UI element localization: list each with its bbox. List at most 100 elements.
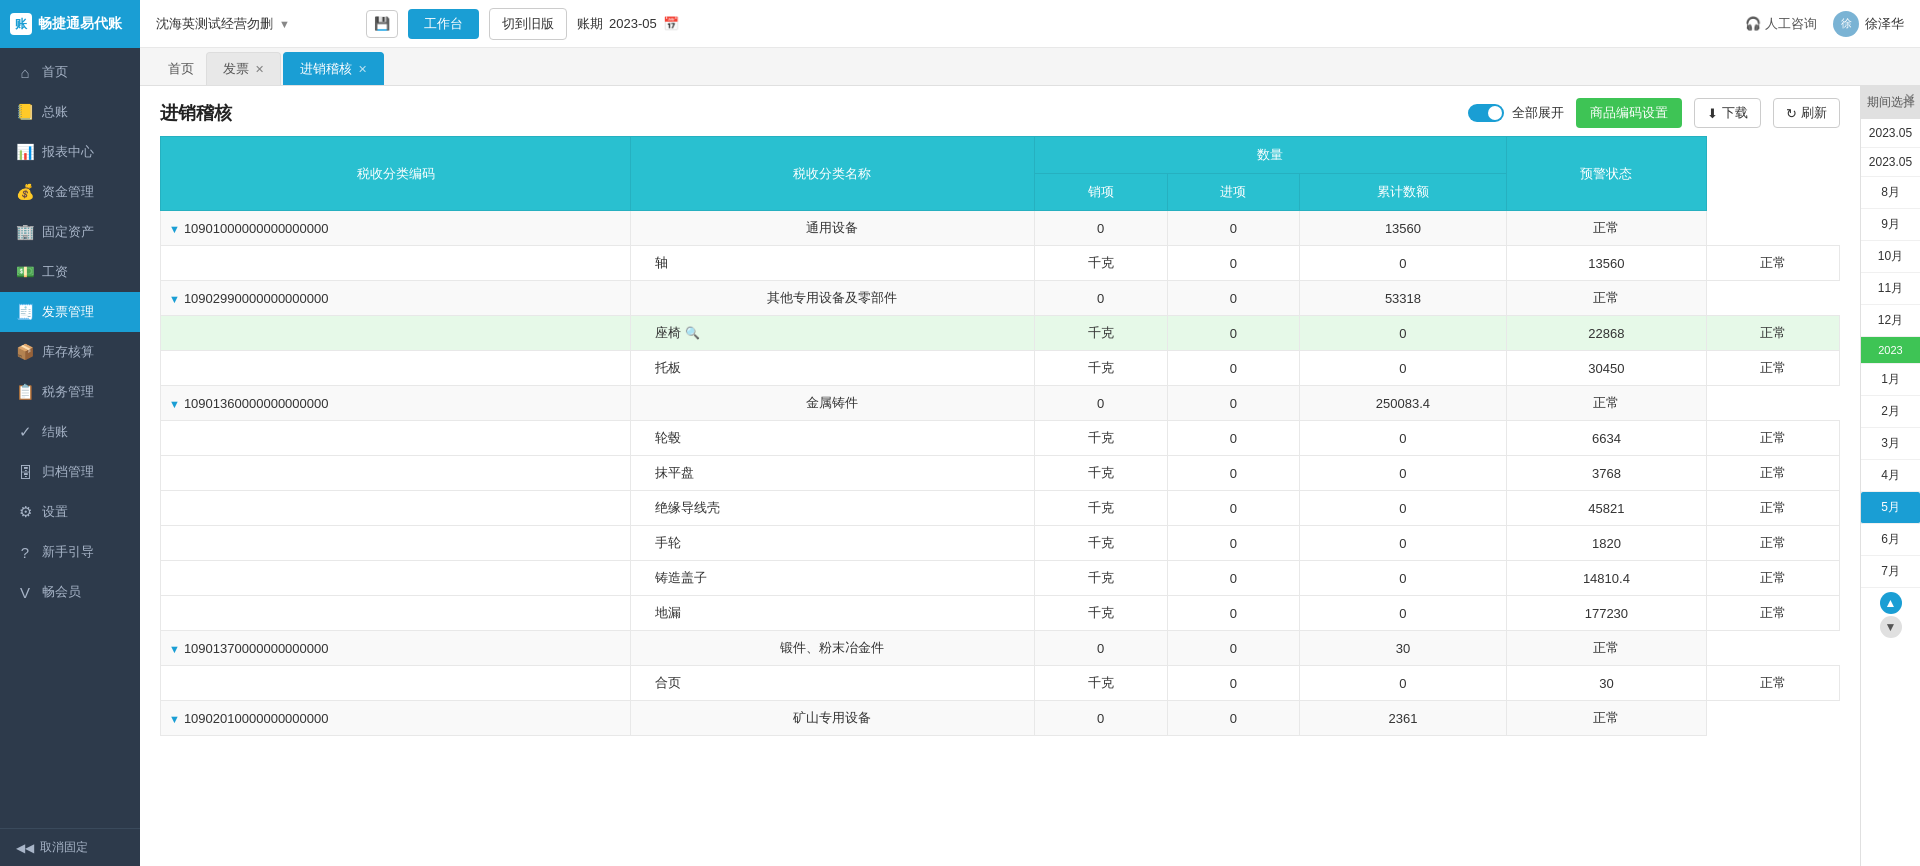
- sidebar-item-invoice[interactable]: 🧾 发票管理: [0, 292, 140, 332]
- sidebar-label-inventory: 库存核算: [42, 343, 94, 361]
- period-label: 账期: [577, 15, 603, 33]
- sidebar-item-fixed-assets[interactable]: 🏢 固定资产: [0, 212, 140, 252]
- product-code-btn[interactable]: 商品编码设置: [1576, 98, 1682, 128]
- sidebar-item-report[interactable]: 📊 报表中心: [0, 132, 140, 172]
- cell-name: 地漏: [631, 596, 1035, 631]
- period-item[interactable]: 4月: [1861, 460, 1920, 492]
- period-item[interactable]: 1月: [1861, 364, 1920, 396]
- period-item[interactable]: 2023: [1861, 337, 1920, 364]
- period-item[interactable]: 12月: [1861, 305, 1920, 337]
- cell-total: 2361: [1300, 701, 1506, 736]
- fixed-assets-icon: 🏢: [16, 223, 34, 241]
- table-row[interactable]: 绝缘导线壳 千克 0 0 45821 正常: [161, 491, 1840, 526]
- cell-name: 金属铸件: [631, 386, 1035, 421]
- period-value: 2023-05: [609, 16, 657, 31]
- cell-purchase: 0: [1300, 561, 1506, 596]
- service-label: 人工咨询: [1765, 15, 1817, 33]
- archive-icon: 🗄: [16, 464, 34, 481]
- sidebar-pin-toggle[interactable]: ◀◀ 取消固定: [0, 828, 140, 866]
- table-row[interactable]: 手轮 千克 0 0 1820 正常: [161, 526, 1840, 561]
- cell-sale: 0: [1167, 491, 1300, 526]
- period-item[interactable]: 11月: [1861, 273, 1920, 305]
- topbar-right: 🎧 人工咨询 徐 徐泽华: [1745, 11, 1904, 37]
- table-row[interactable]: 托板 千克 0 0 30450 正常: [161, 351, 1840, 386]
- period-item[interactable]: 2月: [1861, 396, 1920, 428]
- table-row[interactable]: ▼10901370000000000000 锻件、粉末冶金件 0 0 30 正常: [161, 631, 1840, 666]
- cell-name: 托板: [631, 351, 1035, 386]
- table-row[interactable]: 地漏 千克 0 0 177230 正常: [161, 596, 1840, 631]
- period-item[interactable]: 10月: [1861, 241, 1920, 273]
- period-item[interactable]: 9月: [1861, 209, 1920, 241]
- table-row[interactable]: 座椅 🔍 千克 0 0 22868 正常: [161, 316, 1840, 351]
- table-row[interactable]: 轮毂 千克 0 0 6634 正常: [161, 421, 1840, 456]
- report-icon: 📊: [16, 143, 34, 161]
- table-row[interactable]: ▼10901360000000000000 金属铸件 0 0 250083.4 …: [161, 386, 1840, 421]
- tab-home[interactable]: 首页: [156, 53, 206, 85]
- sidebar-item-settings[interactable]: ⚙ 设置: [0, 492, 140, 532]
- table-row[interactable]: 抹平盘 千克 0 0 3768 正常: [161, 456, 1840, 491]
- scroll-up-btn[interactable]: ▲: [1880, 592, 1902, 614]
- tab-invoice[interactable]: 发票 ✕: [206, 52, 281, 85]
- sidebar-item-settlement[interactable]: ✓ 结账: [0, 412, 140, 452]
- scroll-down-btn[interactable]: ▼: [1880, 616, 1902, 638]
- refresh-button[interactable]: ↻ 刷新: [1773, 98, 1840, 128]
- download-button[interactable]: ⬇ 下载: [1694, 98, 1761, 128]
- table-row[interactable]: 铸造盖子 千克 0 0 14810.4 正常: [161, 561, 1840, 596]
- capital-icon: 💰: [16, 183, 34, 201]
- save-button[interactable]: 💾: [366, 10, 398, 38]
- sidebar-label-settlement: 结账: [42, 423, 68, 441]
- cell-unit: 千克: [1034, 526, 1167, 561]
- cell-purchase: 0: [1300, 351, 1506, 386]
- period-item[interactable]: 8月: [1861, 177, 1920, 209]
- table-row[interactable]: 合页 千克 0 0 30 正常: [161, 666, 1840, 701]
- period-item[interactable]: 5月: [1861, 492, 1920, 524]
- cell-unit: 千克: [1034, 421, 1167, 456]
- sidebar-label-ledger: 总账: [42, 103, 68, 121]
- table-row[interactable]: 轴 千克 0 0 13560 正常: [161, 246, 1840, 281]
- table-row[interactable]: ▼10902990000000000000 其他专用设备及零部件 0 0 533…: [161, 281, 1840, 316]
- calendar-icon[interactable]: 📅: [663, 16, 679, 31]
- page-actions: 全部展开 商品编码设置 ⬇ 下载 ↻ 刷新: [1468, 98, 1840, 128]
- sidebar-item-ledger[interactable]: 📒 总账: [0, 92, 140, 132]
- main-area: 沈海英测试经营勿删 ▼ 💾 工作台 切到旧版 账期 2023-05 📅 🎧 人工…: [140, 0, 1920, 866]
- sidebar-item-salary[interactable]: 💵 工资: [0, 252, 140, 292]
- cell-code: [161, 316, 631, 351]
- member-icon: V: [16, 584, 34, 601]
- sidebar-item-tax[interactable]: 📋 税务管理: [0, 372, 140, 412]
- search-icon[interactable]: 🔍: [685, 326, 700, 340]
- tab-reconcile[interactable]: 进销稽核 ✕: [283, 52, 384, 85]
- workbench-button[interactable]: 工作台: [408, 9, 479, 39]
- sidebar-item-member[interactable]: V 畅会员: [0, 572, 140, 612]
- cell-sale: 0: [1167, 456, 1300, 491]
- panel-close-btn[interactable]: ✕: [1904, 90, 1916, 106]
- cell-status: 正常: [1506, 386, 1707, 421]
- table-row[interactable]: ▼10901000000000000000 通用设备 0 0 13560 正常: [161, 211, 1840, 246]
- sidebar-item-home[interactable]: ⌂ 首页: [0, 52, 140, 92]
- tab-invoice-close[interactable]: ✕: [255, 63, 264, 76]
- th-purchase: 进项: [1167, 174, 1300, 211]
- expand-toggle[interactable]: [1468, 104, 1504, 122]
- sidebar-item-inventory[interactable]: 📦 库存核算: [0, 332, 140, 372]
- period-item[interactable]: 2023.05: [1861, 148, 1920, 177]
- sidebar-label-member: 畅会员: [42, 583, 81, 601]
- cell-status: 正常: [1506, 211, 1707, 246]
- company-selector[interactable]: 沈海英测试经营勿删 ▼: [156, 15, 356, 33]
- cell-code: [161, 421, 631, 456]
- tab-reconcile-close[interactable]: ✕: [358, 63, 367, 76]
- sidebar-item-capital[interactable]: 💰 资金管理: [0, 172, 140, 212]
- th-status: 预警状态: [1506, 137, 1707, 211]
- period-item[interactable]: 2023.05: [1861, 119, 1920, 148]
- customer-service[interactable]: 🎧 人工咨询: [1745, 15, 1817, 33]
- period-item[interactable]: 3月: [1861, 428, 1920, 460]
- old-version-button[interactable]: 切到旧版: [489, 8, 567, 40]
- cell-code: ▼10902990000000000000: [161, 281, 631, 316]
- sidebar-item-guide[interactable]: ? 新手引导: [0, 532, 140, 572]
- period-item[interactable]: 7月: [1861, 556, 1920, 588]
- user-menu[interactable]: 徐 徐泽华: [1833, 11, 1904, 37]
- cell-status: 正常: [1707, 561, 1840, 596]
- sidebar-item-archive[interactable]: 🗄 归档管理: [0, 452, 140, 492]
- period-item[interactable]: 6月: [1861, 524, 1920, 556]
- right-panel: 期间选择 ✕ 2023.052023.058月9月10月11月12月20231月…: [1860, 86, 1920, 866]
- table-row[interactable]: ▼10902010000000000000 矿山专用设备 0 0 2361 正常: [161, 701, 1840, 736]
- cell-status: 正常: [1707, 596, 1840, 631]
